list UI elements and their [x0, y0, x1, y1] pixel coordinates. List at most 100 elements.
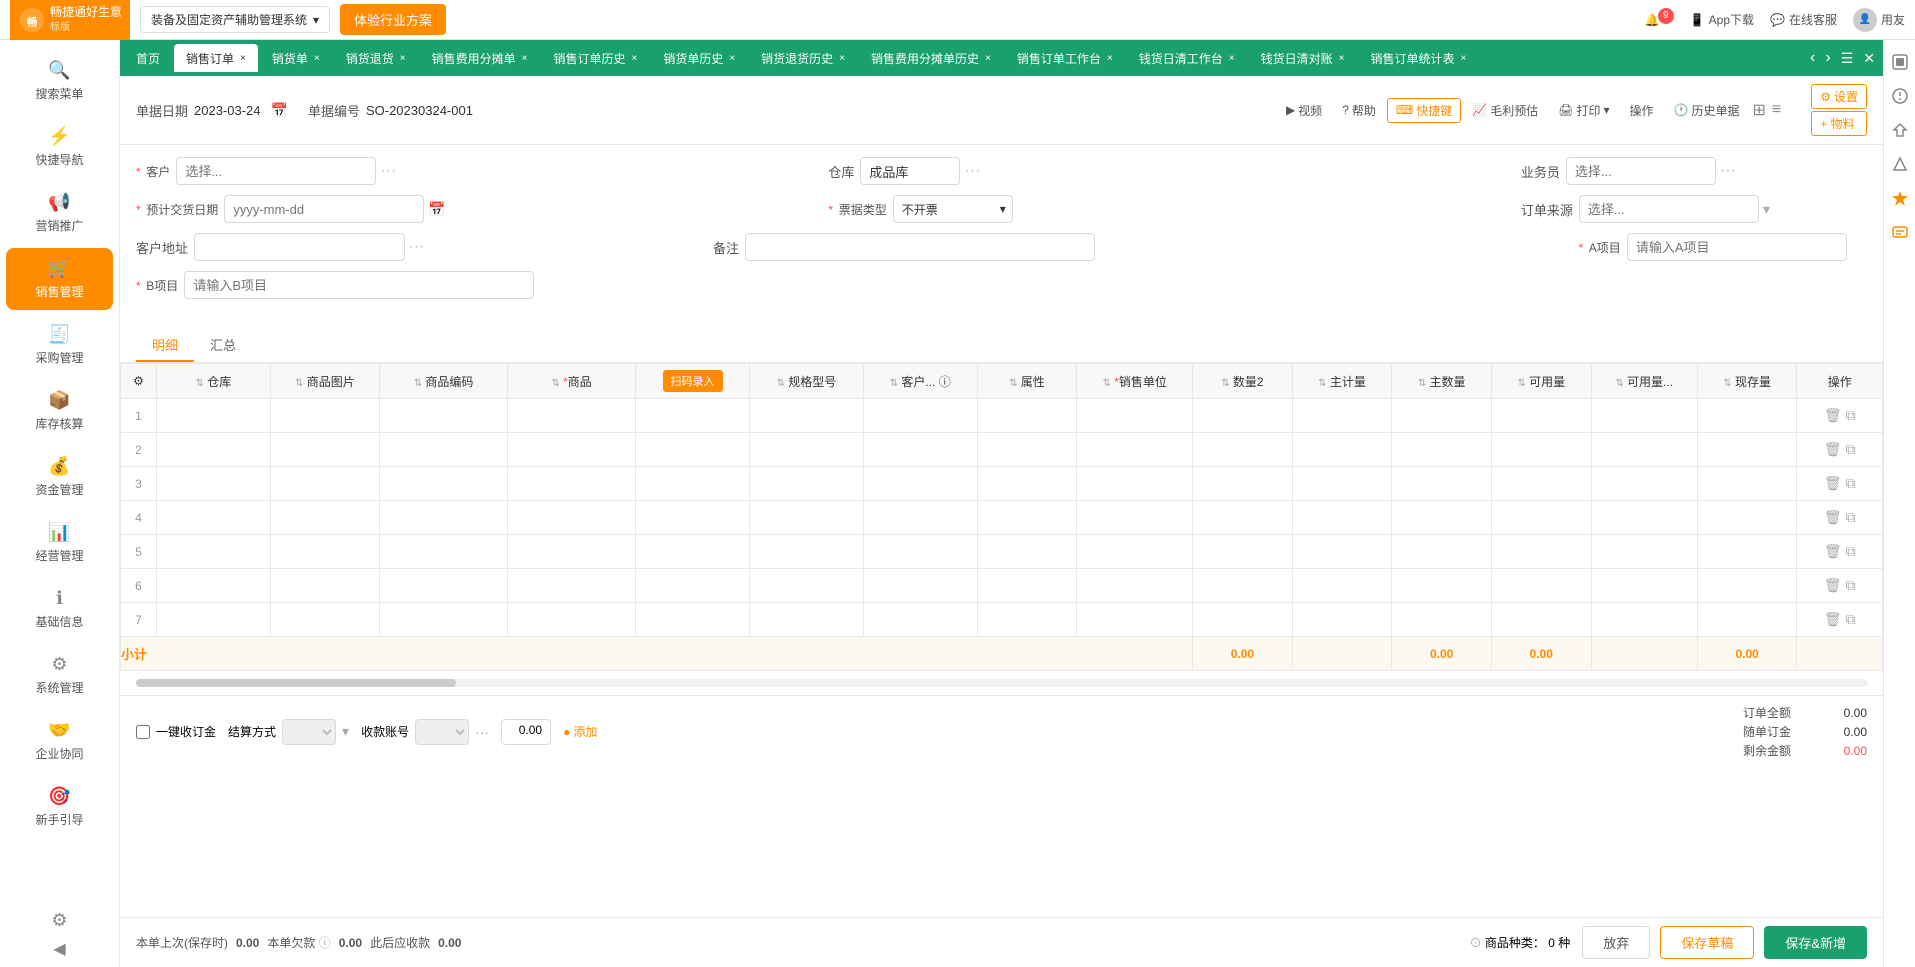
right-panel-btn-4[interactable]	[1886, 150, 1914, 178]
save-new-btn[interactable]: 保存&新增	[1764, 926, 1867, 959]
th-product-code[interactable]: ⇅ 商品编码	[380, 364, 508, 399]
message-btn[interactable]: 🔔 9	[1645, 13, 1674, 27]
row-copy-btn[interactable]: ⧉	[1846, 441, 1856, 458]
staff-dots[interactable]: ···	[1720, 162, 1736, 180]
address-input[interactable]	[194, 233, 405, 261]
settings-btn[interactable]: ⚙ 设置	[1811, 84, 1867, 109]
settings-bottom-btn[interactable]: ⚙	[51, 910, 67, 931]
tab-sales-return[interactable]: 销货退货 ×	[334, 44, 418, 72]
th-unit[interactable]: ⇅ *销售单位	[1077, 364, 1193, 399]
tab-sales-stats[interactable]: 销售订单统计表 ×	[1358, 44, 1478, 72]
row-copy-btn[interactable]: ⧉	[1846, 509, 1856, 526]
one-key-checkbox[interactable]	[136, 725, 150, 739]
sidebar-item-business[interactable]: 📊 经营管理	[6, 512, 113, 574]
tab-close-cash-reconcile[interactable]: ×	[1339, 53, 1345, 64]
scroll-track[interactable]	[136, 679, 1867, 687]
th-main-qty[interactable]: ⇅ 主数量	[1392, 364, 1492, 399]
scan-input-btn[interactable]: 扫码录入	[663, 370, 723, 392]
right-panel-btn-2[interactable]	[1886, 82, 1914, 110]
row-delete-btn[interactable]: 🗑	[1824, 611, 1842, 628]
th-settings[interactable]: ⚙	[121, 364, 157, 399]
add-btn[interactable]: ● 添加	[563, 723, 597, 740]
payment-method-select[interactable]	[282, 719, 336, 745]
tab-close-return-history[interactable]: ×	[839, 53, 845, 64]
scroll-thumb[interactable]	[136, 679, 456, 687]
row-copy-btn[interactable]: ⧉	[1846, 407, 1856, 424]
tab-home[interactable]: 首页	[124, 44, 172, 72]
row-copy-btn[interactable]: ⧉	[1846, 611, 1856, 628]
tab-workbench[interactable]: 销售订单工作台 ×	[1005, 44, 1125, 72]
tab-close-cash-workbench[interactable]: ×	[1229, 53, 1235, 64]
system-selector[interactable]: 装备及固定资产辅助管理系统 ▾	[140, 6, 330, 33]
warehouse-input[interactable]	[860, 157, 960, 185]
tab-cash-workbench[interactable]: 钱货日清工作台 ×	[1127, 44, 1247, 72]
right-panel-btn-3[interactable]	[1886, 116, 1914, 144]
sidebar-item-basic[interactable]: ℹ 基础信息	[6, 578, 113, 640]
th-current[interactable]: ⇅ 现存量	[1697, 364, 1797, 399]
order-source-dropdown-icon[interactable]: ▾	[1763, 201, 1770, 218]
sidebar-item-collab[interactable]: 🤝 企业协同	[6, 710, 113, 772]
add-material-btn[interactable]: + 物料	[1811, 111, 1867, 136]
right-panel-btn-1[interactable]	[1886, 48, 1914, 76]
help-btn[interactable]: ? 帮助	[1333, 98, 1385, 123]
sidebar-item-system[interactable]: ⚙ 系统管理	[6, 644, 113, 706]
sidebar-item-sales[interactable]: 🛒 销售管理	[6, 248, 113, 310]
row-delete-btn[interactable]: 🗑	[1824, 407, 1842, 424]
shortcut-btn[interactable]: ⌨ 快捷键	[1387, 98, 1461, 123]
tab-invoice-history[interactable]: 销货单历史 ×	[651, 44, 747, 72]
customer-dots[interactable]: ···	[380, 162, 396, 180]
save-draft-btn[interactable]: 保存草稿	[1660, 926, 1754, 959]
delivery-calendar-icon[interactable]: 📅	[428, 201, 445, 218]
tab-prev-btn[interactable]: ‹	[1806, 49, 1819, 67]
tab-menu-btn[interactable]: ☰	[1837, 49, 1858, 67]
sidebar-item-nav[interactable]: ⚡ 快捷导航	[6, 116, 113, 178]
account-dots[interactable]: ···	[475, 724, 489, 740]
tab-close-history[interactable]: ×	[631, 53, 637, 64]
tab-sales-order[interactable]: 销售订单 ×	[174, 44, 258, 72]
tab-sales-order-history[interactable]: 销售订单历史 ×	[541, 44, 649, 72]
th-available2[interactable]: ⇅ 可用量...	[1591, 364, 1697, 399]
row-copy-btn[interactable]: ⧉	[1846, 475, 1856, 492]
tab-close-sales-stats[interactable]: ×	[1460, 53, 1466, 64]
tab-close-workbench[interactable]: ×	[1107, 53, 1113, 64]
view-btn[interactable]: ▶ 视频	[1277, 98, 1331, 123]
profit-btn[interactable]: 📈 毛利预估	[1463, 98, 1547, 123]
operation-btn[interactable]: 操作	[1620, 98, 1662, 123]
th-attr[interactable]: ⇅ 属性	[977, 364, 1077, 399]
sidebar-item-marketing[interactable]: 📢 营销推广	[6, 182, 113, 244]
th-scan[interactable]: 扫码录入	[636, 364, 750, 399]
tab-close-sales-order[interactable]: ×	[240, 53, 246, 64]
row-copy-btn[interactable]: ⧉	[1846, 543, 1856, 560]
address-dots[interactable]: ···	[409, 238, 425, 256]
staff-input[interactable]	[1566, 157, 1716, 185]
a-project-input[interactable]	[1627, 233, 1847, 261]
th-spec[interactable]: ⇅ 规格型号	[749, 364, 863, 399]
row-delete-btn[interactable]: 🗑	[1824, 441, 1842, 458]
order-source-input[interactable]	[1579, 195, 1759, 223]
industry-btn[interactable]: 体验行业方案	[340, 4, 446, 35]
history-btn[interactable]: 🕐 历史单据	[1665, 98, 1749, 123]
th-main-unit[interactable]: ⇅ 主计量	[1292, 364, 1392, 399]
collapse-sidebar-btn[interactable]: ◀	[53, 939, 65, 959]
payment-dropdown-icon[interactable]: ▾	[342, 723, 349, 740]
account-select[interactable]	[415, 719, 469, 745]
tab-expense-history[interactable]: 销售费用分摊单历史 ×	[859, 44, 1003, 72]
grid-view-btn[interactable]: ⊞	[1750, 98, 1767, 122]
tab-close-invoice-history[interactable]: ×	[729, 53, 735, 64]
row-copy-btn[interactable]: ⧉	[1846, 577, 1856, 594]
row-delete-btn[interactable]: 🗑	[1824, 475, 1842, 492]
customer-input[interactable]	[176, 157, 376, 185]
row-delete-btn[interactable]: 🗑	[1824, 577, 1842, 594]
th-product-img[interactable]: ⇅ 商品图片	[270, 364, 379, 399]
right-panel-btn-6[interactable]	[1886, 218, 1914, 246]
tab-cash-reconcile[interactable]: 钱货日清对账 ×	[1249, 44, 1357, 72]
invoice-select[interactable]: 不开票 ▾	[893, 195, 1013, 223]
tab-summary[interactable]: 汇总	[194, 329, 252, 362]
th-warehouse[interactable]: ⇅ 仓库	[157, 364, 271, 399]
sidebar-item-guide[interactable]: 🎯 新手引导	[6, 776, 113, 838]
calendar-icon[interactable]: 📅	[271, 102, 288, 119]
online-service-btn[interactable]: 💬 在线客服	[1770, 11, 1837, 28]
th-product[interactable]: ⇅ *商品	[508, 364, 636, 399]
tab-close-sales-invoice[interactable]: ×	[314, 53, 320, 64]
tab-return-history[interactable]: 销货退货历史 ×	[749, 44, 857, 72]
